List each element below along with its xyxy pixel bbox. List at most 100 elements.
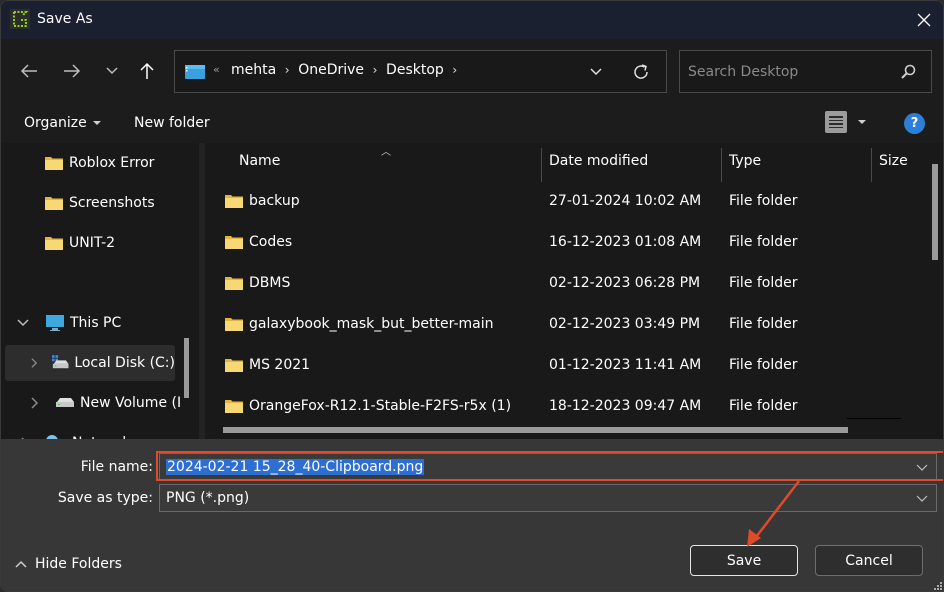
chevron-down-icon[interactable] xyxy=(17,319,29,327)
file-name: galaxybook_mask_but_better-main xyxy=(249,316,494,332)
chevron-down-icon xyxy=(916,495,928,502)
sidebar-item-unit-2[interactable]: UNIT-2 xyxy=(45,225,115,261)
chevron-right-icon[interactable] xyxy=(31,397,39,409)
breadcrumb-separator[interactable]: › xyxy=(276,63,298,77)
up-button[interactable] xyxy=(133,57,161,85)
organize-button[interactable]: Organize xyxy=(24,115,101,131)
column-divider[interactable] xyxy=(871,148,872,182)
column-header-type[interactable]: Type xyxy=(729,143,761,179)
file-name: OrangeFox-R12.1-Stable-F2FS-r5x (1) xyxy=(249,398,512,414)
sidebar-item-local-disk-c[interactable]: Local Disk (C:) xyxy=(5,345,175,381)
hide-folders-label: Hide Folders xyxy=(35,556,122,572)
breadcrumb-onedrive[interactable]: OneDrive xyxy=(298,62,364,78)
drive-icon xyxy=(51,355,69,369)
file-list-vertical-scrollbar[interactable] xyxy=(932,164,938,260)
forward-button[interactable] xyxy=(58,57,86,85)
column-header-size[interactable]: Size xyxy=(879,143,908,179)
save-as-type-select[interactable]: PNG (*.png) xyxy=(159,484,937,512)
folder-icon xyxy=(45,157,63,170)
breadcrumb-mehta[interactable]: mehta xyxy=(231,62,276,78)
sidebar-item-label: Roblox Error xyxy=(69,155,155,171)
chevron-down-icon xyxy=(106,67,118,75)
breadcrumb: mehta › OneDrive › Desktop › xyxy=(231,62,466,78)
details-view-icon[interactable] xyxy=(825,111,847,133)
recent-locations-button[interactable] xyxy=(98,57,126,85)
hide-folders-button[interactable]: Hide Folders xyxy=(15,556,122,572)
column-divider[interactable] xyxy=(541,148,542,182)
refresh-button[interactable] xyxy=(630,61,652,83)
file-date: 02-12-2023 03:49 PM xyxy=(549,316,701,332)
file-list-horizontal-scrollbar[interactable] xyxy=(223,427,848,433)
chevron-up-icon xyxy=(15,560,27,568)
file-row[interactable]: galaxybook_mask_but_better-main 02-12-20… xyxy=(205,304,905,345)
sidebar-item-label: UNIT-2 xyxy=(69,235,116,251)
file-name-label: File name: xyxy=(80,459,153,475)
file-date: 18-12-2023 09:47 AM xyxy=(549,398,702,414)
file-name-input[interactable]: 2024-02-21 15_28_40-Clipboard.png xyxy=(159,453,937,481)
new-folder-button[interactable]: New folder xyxy=(134,115,210,131)
view-options-dropdown-icon[interactable] xyxy=(858,120,866,124)
close-button[interactable] xyxy=(913,9,935,31)
close-icon xyxy=(917,13,931,27)
sidebar-item-this-pc[interactable]: This PC xyxy=(17,305,121,341)
greenshot-app-icon xyxy=(10,9,30,29)
breadcrumb-separator[interactable]: › xyxy=(364,63,386,77)
cancel-button[interactable]: Cancel xyxy=(815,545,923,576)
sidebar-item-label: New Volume (I xyxy=(80,395,182,411)
file-row[interactable]: Codes 16-12-2023 01:08 AM File folder xyxy=(205,222,905,263)
file-row[interactable]: OrangeFox-R12.1-Stable-F2FS-r5x (1) 18-1… xyxy=(205,386,905,427)
file-date: 01-12-2023 11:41 AM xyxy=(549,357,702,373)
address-overflow-button[interactable]: « xyxy=(213,63,220,76)
file-type: File folder xyxy=(729,234,798,250)
arrow-right-icon xyxy=(64,64,81,78)
divider xyxy=(847,418,901,419)
file-list: ︿ Name Date modified Type Size backup 27… xyxy=(205,143,943,439)
sidebar-scrollbar[interactable] xyxy=(184,338,189,398)
title-bar: Save As xyxy=(1,1,943,39)
resize-grip-icon[interactable] xyxy=(933,581,943,591)
sidebar-item-label: Screenshots xyxy=(69,195,155,211)
file-type: File folder xyxy=(729,275,798,291)
navigation-bar: « mehta › OneDrive › Desktop › xyxy=(1,39,943,103)
back-button[interactable] xyxy=(15,57,43,85)
save-button[interactable]: Save xyxy=(690,545,798,576)
file-name-value[interactable]: 2024-02-21 15_28_40-Clipboard.png xyxy=(166,459,425,475)
sidebar-item-network[interactable]: Network xyxy=(21,425,130,439)
column-header-name[interactable]: Name xyxy=(239,143,280,179)
arrow-left-icon xyxy=(20,64,37,78)
file-date: 27-01-2024 10:02 AM xyxy=(549,193,702,209)
save-as-dialog: Save As « mehta › OneDrive › Desktop › S… xyxy=(0,0,944,592)
file-row[interactable]: backup 27-01-2024 10:02 AM File folder xyxy=(205,181,905,222)
file-type: File folder xyxy=(729,357,798,373)
search-input[interactable] xyxy=(688,51,888,92)
address-bar[interactable]: « mehta › OneDrive › Desktop › xyxy=(174,50,667,93)
drive-icon xyxy=(56,398,74,407)
column-header-date-modified[interactable]: Date modified xyxy=(549,143,648,179)
address-history-button[interactable] xyxy=(586,62,606,82)
refresh-icon xyxy=(634,64,648,79)
folder-icon xyxy=(45,197,63,210)
breadcrumb-separator[interactable]: › xyxy=(444,63,466,77)
sidebar-item-screenshots[interactable]: Screenshots xyxy=(45,185,155,221)
help-button[interactable]: ? xyxy=(904,113,925,134)
file-name: backup xyxy=(249,193,300,209)
chevron-down-icon[interactable] xyxy=(916,460,928,474)
navigation-pane: Roblox Error Screenshots UNIT-2 This PC … xyxy=(1,143,199,439)
sidebar-item-label: Local Disk (C:) xyxy=(74,355,175,371)
caret-down-icon xyxy=(92,121,101,125)
search-icon[interactable] xyxy=(899,63,917,81)
computer-icon xyxy=(46,315,64,331)
folder-icon xyxy=(225,318,243,331)
breadcrumb-desktop[interactable]: Desktop xyxy=(386,62,444,78)
sidebar-item-roblox-error[interactable]: Roblox Error xyxy=(45,145,154,181)
chevron-right-icon[interactable] xyxy=(31,357,38,369)
save-as-type-value: PNG (*.png) xyxy=(166,490,250,506)
save-as-type-label: Save as type: xyxy=(57,490,153,506)
file-row[interactable]: MS 2021 01-12-2023 11:41 AM File folder xyxy=(205,345,905,386)
column-divider[interactable] xyxy=(721,148,722,182)
file-name: MS 2021 xyxy=(249,357,311,373)
file-row[interactable]: DBMS 02-12-2023 06:28 PM File folder xyxy=(205,263,905,304)
folder-icon xyxy=(225,400,243,413)
file-name: Codes xyxy=(249,234,293,250)
sidebar-item-new-volume[interactable]: New Volume (I xyxy=(31,385,181,421)
